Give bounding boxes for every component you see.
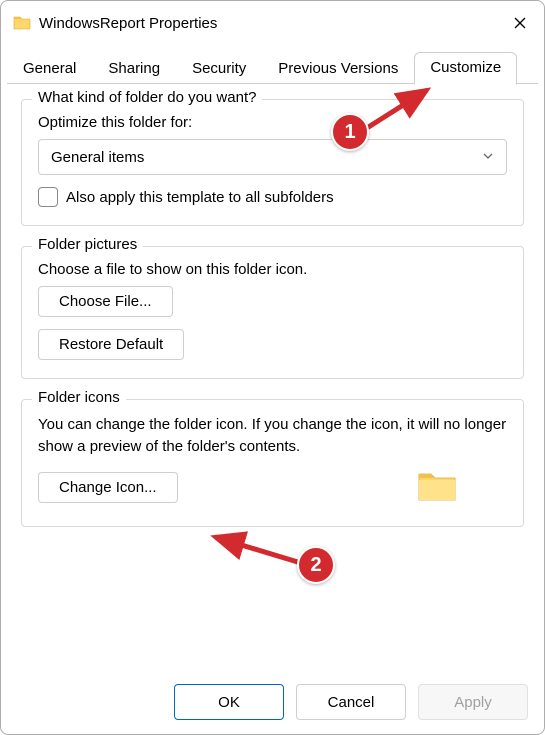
folder-icons-desc: You can change the folder icon. If you c… bbox=[38, 414, 507, 458]
current-folder-icon bbox=[417, 468, 457, 508]
choose-file-button[interactable]: Choose File... bbox=[38, 286, 173, 317]
tab-general[interactable]: General bbox=[7, 53, 92, 85]
tab-security[interactable]: Security bbox=[176, 53, 262, 85]
restore-default-button[interactable]: Restore Default bbox=[38, 329, 184, 360]
tab-sharing[interactable]: Sharing bbox=[92, 53, 176, 85]
titlebar: WindowsReport Properties bbox=[1, 1, 544, 45]
optimize-select-value: General items bbox=[51, 149, 144, 166]
optimize-group: What kind of folder do you want? Optimiz… bbox=[21, 99, 524, 226]
customize-panel: What kind of folder do you want? Optimiz… bbox=[1, 85, 544, 672]
apply-subfolders-row: Also apply this template to all subfolde… bbox=[38, 187, 507, 207]
apply-button[interactable]: Apply bbox=[418, 684, 528, 720]
tab-previous-versions[interactable]: Previous Versions bbox=[262, 53, 414, 85]
ok-button[interactable]: OK bbox=[174, 684, 284, 720]
folder-pictures-group: Folder pictures Choose a file to show on… bbox=[21, 246, 524, 379]
folder-pictures-label: Choose a file to show on this folder ico… bbox=[38, 261, 507, 278]
optimize-select[interactable]: General items bbox=[38, 139, 507, 175]
apply-subfolders-label: Also apply this template to all subfolde… bbox=[66, 189, 334, 206]
cancel-button[interactable]: Cancel bbox=[296, 684, 406, 720]
folder-icons-group: Folder icons You can change the folder i… bbox=[21, 399, 524, 527]
folder-icons-legend: Folder icons bbox=[32, 389, 126, 406]
close-icon bbox=[513, 16, 527, 30]
tab-strip: General Sharing Security Previous Versio… bbox=[1, 51, 544, 84]
dialog-footer: OK Cancel Apply bbox=[1, 672, 544, 734]
window-title: WindowsReport Properties bbox=[39, 15, 504, 32]
optimize-group-legend: What kind of folder do you want? bbox=[32, 89, 262, 106]
apply-subfolders-checkbox[interactable] bbox=[38, 187, 58, 207]
optimize-label: Optimize this folder for: bbox=[38, 114, 507, 131]
chevron-down-icon bbox=[482, 149, 494, 166]
properties-dialog: WindowsReport Properties General Sharing… bbox=[0, 0, 545, 735]
change-icon-button[interactable]: Change Icon... bbox=[38, 472, 178, 503]
folder-pictures-legend: Folder pictures bbox=[32, 236, 143, 253]
close-button[interactable] bbox=[504, 7, 536, 39]
folder-icon bbox=[13, 14, 31, 32]
tab-customize[interactable]: Customize bbox=[414, 52, 517, 85]
